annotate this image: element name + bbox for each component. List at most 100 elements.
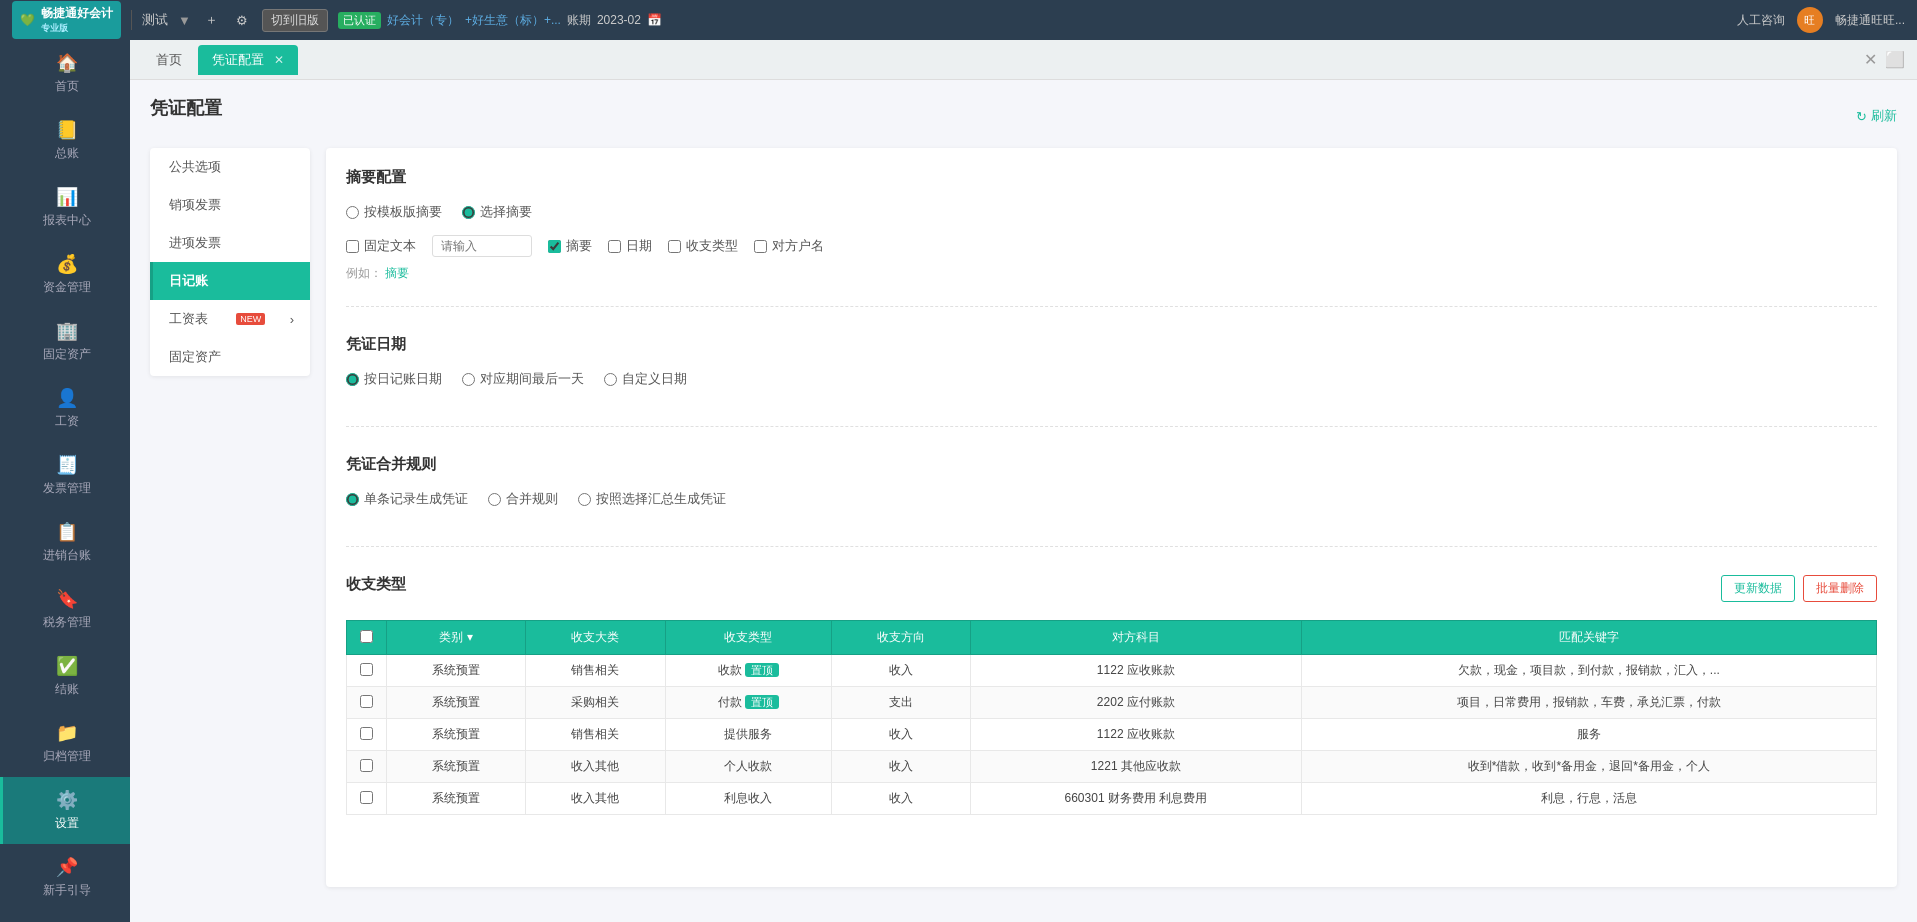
row-checkbox[interactable] — [360, 695, 373, 708]
sidebar-item-purchase[interactable]: 📋 进销台账 — [0, 509, 130, 576]
top-tag[interactable]: 置顶 — [745, 695, 779, 709]
table-row: 系统预置 收入其他 个人收款 收入 1221 其他应收款 收到*借款，收到*备用… — [347, 751, 1877, 783]
sidebar-item-guide[interactable]: 📌 新手引导 — [0, 844, 130, 911]
radio-select-input[interactable] — [462, 206, 475, 219]
checkbox-fixed-text[interactable]: 固定文本 — [346, 237, 416, 255]
refresh-button[interactable]: ↻ 刷新 — [1856, 107, 1897, 125]
sidebar-item-settings[interactable]: ⚙️ 设置 — [0, 777, 130, 844]
sidebar-item-archive[interactable]: 📁 归档管理 — [0, 710, 130, 777]
row-checkbox-cell — [347, 655, 387, 687]
radio-single[interactable]: 单条记录生成凭证 — [346, 490, 468, 508]
radio-journal-date-input[interactable] — [346, 373, 359, 386]
checkbox-counterparty-input[interactable] — [754, 240, 767, 253]
checkbox-counterparty[interactable]: 对方户名 — [754, 237, 824, 255]
radio-custom-date-input[interactable] — [604, 373, 617, 386]
sub-nav-purchase-invoice[interactable]: 进项发票 — [150, 224, 310, 262]
checkbox-fixed-text-input[interactable] — [346, 240, 359, 253]
select-all-checkbox[interactable] — [360, 630, 373, 643]
batch-delete-button[interactable]: 批量删除 — [1803, 575, 1877, 602]
update-data-button[interactable]: 更新数据 — [1721, 575, 1795, 602]
radio-period-last-input[interactable] — [462, 373, 475, 386]
radio-merge[interactable]: 合并规则 — [488, 490, 558, 508]
sidebar-item-ledger[interactable]: 📒 总账 — [0, 107, 130, 174]
sidebar-label-closing: 结账 — [55, 681, 79, 698]
row-category: 系统预置 — [387, 783, 526, 815]
radio-single-input[interactable] — [346, 493, 359, 506]
settings-gear[interactable]: ⚙ — [232, 11, 252, 30]
sidebar-label-tax: 税务管理 — [43, 614, 91, 631]
home-icon: 🏠 — [56, 52, 78, 74]
certified-tag: 已认证 — [338, 12, 381, 29]
tab-close-all-button[interactable]: ✕ — [1864, 50, 1877, 69]
radio-merge-input[interactable] — [488, 493, 501, 506]
example-text: 例如： 摘要 — [346, 265, 1877, 282]
row-category: 系统预置 — [387, 655, 526, 687]
refresh-label: 刷新 — [1871, 107, 1897, 125]
radio-template[interactable]: 按模板版摘要 — [346, 203, 442, 221]
good-biz-tag: +好生意（标）+... — [465, 12, 561, 29]
sidebar-item-assets[interactable]: 🏢 固定资产 — [0, 308, 130, 375]
sidebar-item-funds[interactable]: 💰 资金管理 — [0, 241, 130, 308]
topbar-right: 人工咨询 旺 畅捷通旺旺... — [1737, 7, 1905, 33]
sub-nav-payroll[interactable]: 工资表 NEW › — [150, 300, 310, 338]
merge-title: 凭证合并规则 — [346, 455, 1877, 474]
tab-voucher-config[interactable]: 凭证配置 ✕ — [198, 45, 298, 75]
settings-icon: ⚙️ — [56, 789, 78, 811]
tab-home[interactable]: 首页 — [142, 45, 196, 75]
type-label: 收支类型 — [686, 237, 738, 255]
app-logo: 💚 畅捷通好会计 专业版 — [12, 1, 121, 39]
tab-bar: 首页 凭证配置 ✕ ✕ ⬜ — [130, 40, 1917, 80]
radio-summary-input[interactable] — [578, 493, 591, 506]
salary-icon: 👤 — [56, 387, 78, 409]
row-checkbox[interactable] — [360, 791, 373, 804]
sidebar-label-assets: 固定资产 — [43, 346, 91, 363]
calendar-icon[interactable]: 📅 — [647, 13, 662, 27]
support-link[interactable]: 人工咨询 — [1737, 12, 1785, 29]
sidebar-item-tax[interactable]: 🔖 税务管理 — [0, 576, 130, 643]
row-checkbox[interactable] — [360, 759, 373, 772]
username: 畅捷通旺旺... — [1835, 12, 1905, 29]
radio-journal-date[interactable]: 按日记账日期 — [346, 370, 442, 388]
checkbox-date[interactable]: 日期 — [608, 237, 652, 255]
checkbox-type[interactable]: 收支类型 — [668, 237, 738, 255]
col-type: 收支类型 — [665, 621, 831, 655]
sidebar-item-member[interactable]: 💎 畅会员 — [0, 911, 130, 922]
row-direction: 收入 — [831, 719, 970, 751]
fixed-text-input[interactable] — [432, 235, 532, 257]
checkbox-abstract[interactable]: 摘要 — [548, 237, 592, 255]
radio-period-last[interactable]: 对应期间最后一天 — [462, 370, 584, 388]
checkbox-date-input[interactable] — [608, 240, 621, 253]
sub-nav-sales-invoice[interactable]: 销项发票 — [150, 186, 310, 224]
radio-template-input[interactable] — [346, 206, 359, 219]
example-prefix: 例如： — [346, 266, 382, 280]
sidebar-item-salary[interactable]: 👤 工资 — [0, 375, 130, 442]
top-tag[interactable]: 置顶 — [745, 663, 779, 677]
sidebar-item-closing[interactable]: ✅ 结账 — [0, 643, 130, 710]
sub-nav-public[interactable]: 公共选项 — [150, 148, 310, 186]
sub-nav-payroll-label: 工资表 — [169, 310, 208, 328]
tab-maximize-button[interactable]: ⬜ — [1885, 50, 1905, 69]
radio-custom-date[interactable]: 自定义日期 — [604, 370, 687, 388]
sidebar-item-reports[interactable]: 📊 报表中心 — [0, 174, 130, 241]
tab-close-icon[interactable]: ✕ — [274, 53, 284, 67]
payroll-arrow-icon: › — [290, 312, 294, 327]
add-button[interactable]: ＋ — [201, 9, 222, 31]
table-row: 系统预置 采购相关 付款 置顶 支出 2202 应付账款 项目，日常费用，报销款… — [347, 687, 1877, 719]
switch-version-button[interactable]: 切到旧版 — [262, 9, 328, 32]
row-checkbox[interactable] — [360, 663, 373, 676]
row-subject: 2202 应付账款 — [971, 687, 1302, 719]
summary-checkbox-row: 固定文本 摘要 日期 — [346, 235, 1877, 257]
sidebar-item-home[interactable]: 🏠 首页 — [0, 40, 130, 107]
row-checkbox-cell — [347, 719, 387, 751]
tab-home-label: 首页 — [156, 52, 182, 67]
checkbox-type-input[interactable] — [668, 240, 681, 253]
avatar[interactable]: 旺 — [1797, 7, 1823, 33]
sidebar-item-invoice[interactable]: 🧾 发票管理 — [0, 442, 130, 509]
sub-nav-journal[interactable]: 日记账 — [150, 262, 310, 300]
radio-select[interactable]: 选择摘要 — [462, 203, 532, 221]
company-dropdown[interactable]: ▼ — [178, 13, 191, 28]
sub-nav-fixed-assets[interactable]: 固定资产 — [150, 338, 310, 376]
radio-summary[interactable]: 按照选择汇总生成凭证 — [578, 490, 726, 508]
checkbox-abstract-input[interactable] — [548, 240, 561, 253]
row-checkbox[interactable] — [360, 727, 373, 740]
